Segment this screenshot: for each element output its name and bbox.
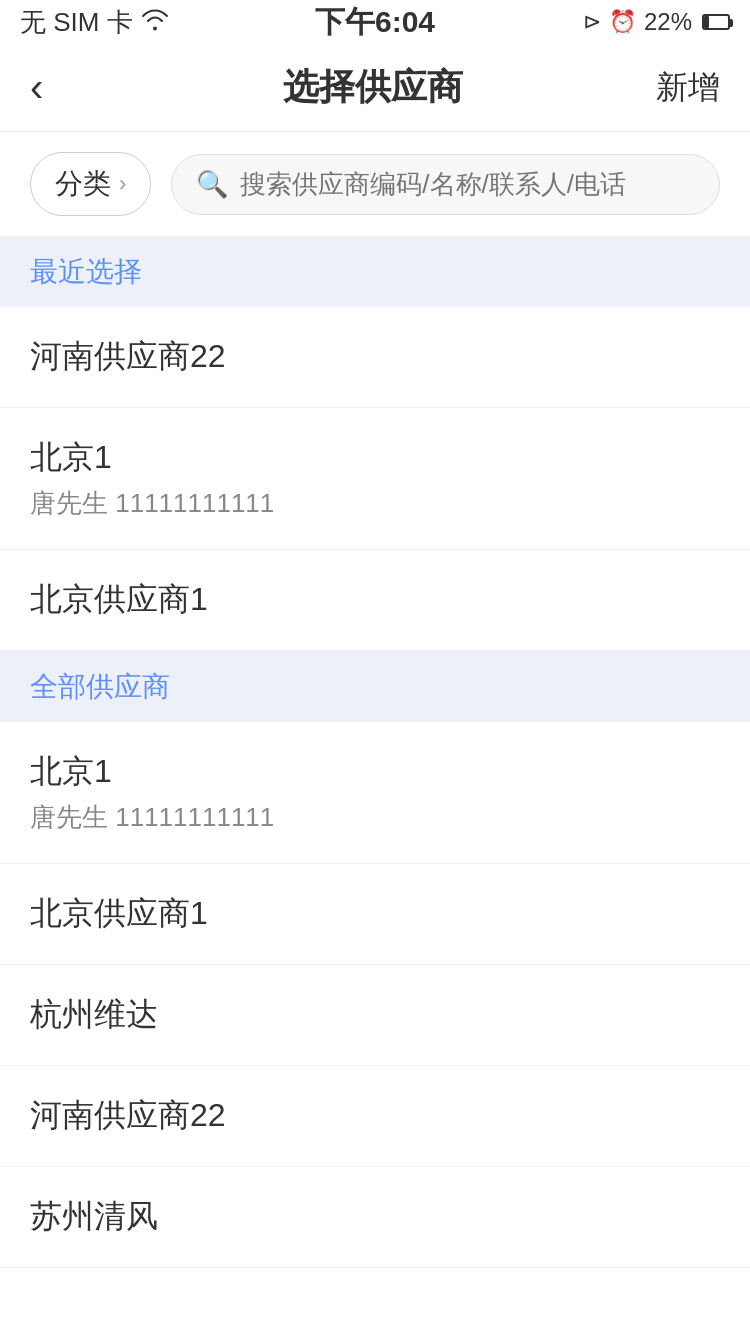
search-icon: 🔍 bbox=[196, 169, 228, 200]
section-header-recent: 最近选择 bbox=[0, 236, 750, 307]
chevron-right-icon: › bbox=[119, 171, 126, 197]
supplier-contact: 唐先生 11111111111 bbox=[30, 800, 720, 835]
list-item[interactable]: 北京1 唐先生 11111111111 bbox=[0, 722, 750, 864]
status-left: 无 SIM 卡 bbox=[20, 5, 169, 40]
category-label: 分类 bbox=[55, 165, 111, 203]
status-bar: 无 SIM 卡 下午6:04 ⊳ ⏰ 22% bbox=[0, 0, 750, 44]
list-item[interactable]: 苏州清风 bbox=[0, 1167, 750, 1268]
status-time: 下午6:04 bbox=[315, 2, 435, 43]
supplier-name: 北京供应商1 bbox=[30, 578, 720, 622]
supplier-name: 北京1 bbox=[30, 750, 720, 794]
section-header-all: 全部供应商 bbox=[0, 651, 750, 722]
supplier-name: 北京供应商1 bbox=[30, 892, 720, 936]
battery-icon bbox=[702, 14, 730, 30]
no-sim-text: 无 SIM 卡 bbox=[20, 5, 133, 40]
section-header-text: 全部供应商 bbox=[30, 671, 170, 702]
page-title: 选择供应商 bbox=[283, 63, 463, 112]
alarm-icon: ⏰ bbox=[609, 9, 636, 35]
list-item[interactable]: 杭州维达 bbox=[0, 965, 750, 1066]
search-box: 🔍 bbox=[171, 154, 720, 215]
list-item[interactable]: 北京供应商1 bbox=[0, 550, 750, 651]
nav-bar: ‹ 选择供应商 新增 bbox=[0, 44, 750, 132]
supplier-name: 北京1 bbox=[30, 436, 720, 480]
battery-percent: 22% bbox=[644, 8, 692, 36]
new-action-button[interactable]: 新增 bbox=[656, 66, 720, 110]
filter-bar: 分类 › 🔍 bbox=[0, 132, 750, 236]
search-input[interactable] bbox=[240, 169, 695, 200]
category-button[interactable]: 分类 › bbox=[30, 152, 151, 216]
list-item[interactable]: 河南供应商22 bbox=[0, 307, 750, 408]
list-item[interactable]: 北京1 唐先生 11111111111 bbox=[0, 408, 750, 550]
supplier-name: 杭州维达 bbox=[30, 993, 720, 1037]
supplier-name: 河南供应商22 bbox=[30, 335, 720, 379]
supplier-name: 河南供应商22 bbox=[30, 1094, 720, 1138]
list-item[interactable]: 北京供应商1 bbox=[0, 864, 750, 965]
back-button[interactable]: ‹ bbox=[30, 65, 90, 110]
list-item[interactable]: 河南供应商22 bbox=[0, 1066, 750, 1167]
supplier-contact: 唐先生 11111111111 bbox=[30, 486, 720, 521]
section-header-text: 最近选择 bbox=[30, 256, 142, 287]
supplier-list: 最近选择河南供应商22 北京1 唐先生 11111111111 北京供应商1 全部供应商… bbox=[0, 236, 750, 1268]
status-right: ⊳ ⏰ 22% bbox=[583, 8, 730, 36]
supplier-name: 苏州清风 bbox=[30, 1195, 720, 1239]
wifi-icon bbox=[141, 7, 169, 38]
location-icon: ⊳ bbox=[583, 9, 601, 35]
